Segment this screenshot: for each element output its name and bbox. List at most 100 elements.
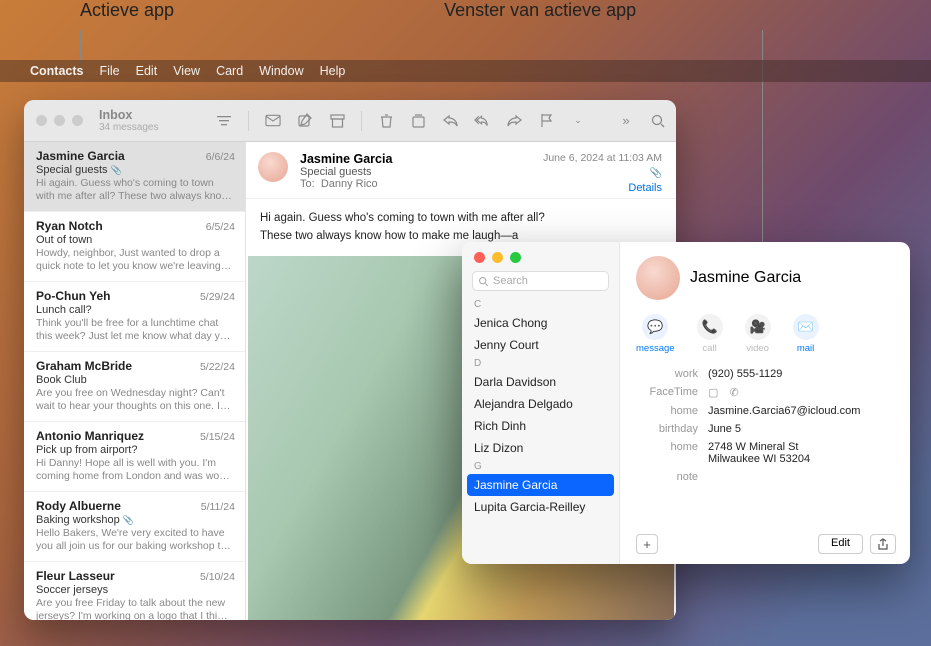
home-email-value[interactable]: Jasmine.Garcia67@icloud.com xyxy=(708,405,896,417)
facetime-label: FaceTime xyxy=(636,386,698,398)
junk-icon[interactable] xyxy=(410,113,426,129)
reply-all-icon[interactable] xyxy=(474,113,490,129)
msg-date: 6/5/24 xyxy=(206,221,235,233)
toolbar-divider xyxy=(248,111,249,131)
filter-icon[interactable] xyxy=(216,113,232,129)
msg-sender: Po-Chun Yeh xyxy=(36,289,110,303)
reply-icon[interactable] xyxy=(442,113,458,129)
msg-subject: Out of town xyxy=(36,234,92,246)
menu-card[interactable]: Card xyxy=(216,64,243,78)
mail-traffic-zoom[interactable] xyxy=(72,115,83,126)
birthday-value: June 5 xyxy=(708,423,896,435)
trash-icon[interactable] xyxy=(378,113,394,129)
contact-list[interactable]: CJenica ChongJenny CourtDDarla DavidsonA… xyxy=(462,297,619,564)
message-list[interactable]: Jasmine Garcia6/6/24Special guests📎Hi ag… xyxy=(24,142,246,620)
contacts-sidebar: Search CJenica ChongJenny CourtDDarla Da… xyxy=(462,242,620,564)
msg-date: 6/6/24 xyxy=(206,151,235,163)
sender-avatar[interactable] xyxy=(258,152,288,182)
mail-traffic-minimize[interactable] xyxy=(54,115,65,126)
contacts-search-input[interactable]: Search xyxy=(472,271,609,291)
message-list-item[interactable]: Po-Chun Yeh5/29/24Lunch call?Think you'l… xyxy=(24,282,245,352)
chevron-down-icon[interactable]: ⌄ xyxy=(570,113,586,129)
menu-view[interactable]: View xyxy=(173,64,200,78)
contact-section-header: G xyxy=(462,459,619,474)
callout-active-window: Venster van actieve app xyxy=(444,0,636,60)
contact-list-item[interactable]: Rich Dinh xyxy=(462,415,619,437)
action-message-label: message xyxy=(636,343,675,354)
mail-traffic-lights xyxy=(24,115,95,126)
facetime-buttons[interactable]: ▢ ✆ xyxy=(708,386,896,399)
message-list-item[interactable]: Antonio Manriquez5/15/24Pick up from air… xyxy=(24,422,245,492)
more-icon[interactable]: » xyxy=(618,113,634,129)
contact-avatar[interactable] xyxy=(636,256,680,300)
msg-date: 5/22/24 xyxy=(200,361,235,373)
message-list-item[interactable]: Graham McBride5/22/24Book ClubAre you fr… xyxy=(24,352,245,422)
contact-list-item[interactable]: Alejandra Delgado xyxy=(462,393,619,415)
contacts-traffic-minimize[interactable] xyxy=(492,252,503,263)
edit-button[interactable]: Edit xyxy=(818,534,863,554)
contacts-traffic-close[interactable] xyxy=(474,252,485,263)
add-contact-button[interactable]: + xyxy=(636,534,658,554)
menu-edit[interactable]: Edit xyxy=(136,64,158,78)
contacts-window: Search CJenica ChongJenny CourtDDarla Da… xyxy=(462,242,910,564)
menu-file[interactable]: File xyxy=(99,64,119,78)
msg-sender: Jasmine Garcia xyxy=(36,149,125,163)
action-call-label: call xyxy=(702,343,716,354)
contact-card: Jasmine Garcia 💬message 📞call 🎥video ✉️m… xyxy=(620,242,910,564)
msg-preview: Hi again. Guess who's coming to town wit… xyxy=(36,177,235,203)
action-message[interactable]: 💬message xyxy=(636,314,675,354)
contacts-traffic-lights xyxy=(462,242,619,269)
contacts-traffic-zoom[interactable] xyxy=(510,252,521,263)
action-video[interactable]: 🎥video xyxy=(745,314,771,354)
action-video-label: video xyxy=(746,343,769,354)
contact-list-item[interactable]: Darla Davidson xyxy=(462,371,619,393)
callout-active-app: Actieve app xyxy=(80,0,174,60)
msg-preview: Howdy, neighbor, Just wanted to drop a q… xyxy=(36,247,235,273)
msg-date: 5/15/24 xyxy=(200,431,235,443)
action-call[interactable]: 📞call xyxy=(697,314,723,354)
birthday-label: birthday xyxy=(636,423,698,435)
mail-traffic-close[interactable] xyxy=(36,115,47,126)
msg-preview: Are you free on Wednesday night? Can't w… xyxy=(36,387,235,413)
mail-toolbar: Inbox 34 messages ⌄ » xyxy=(24,100,676,142)
attachment-icon[interactable]: 📎 xyxy=(650,168,662,179)
contact-section-header: D xyxy=(462,356,619,371)
message-list-item[interactable]: Rody Albuerne5/11/24Baking workshop📎Hell… xyxy=(24,492,245,562)
message-list-item[interactable]: Ryan Notch6/5/24Out of townHowdy, neighb… xyxy=(24,212,245,282)
home-email-label: home xyxy=(636,405,698,417)
menu-app-name[interactable]: Contacts xyxy=(30,64,83,78)
contact-name: Jasmine Garcia xyxy=(690,269,801,287)
contact-list-item[interactable]: Jasmine Garcia xyxy=(467,474,614,496)
contact-section-header: C xyxy=(462,297,619,312)
callout-line-1 xyxy=(80,30,81,64)
search-icon[interactable] xyxy=(650,113,666,129)
details-link[interactable]: Details xyxy=(628,182,662,194)
message-list-item[interactable]: Jasmine Garcia6/6/24Special guests📎Hi ag… xyxy=(24,142,245,212)
search-placeholder: Search xyxy=(493,275,528,287)
action-mail[interactable]: ✉️mail xyxy=(793,314,819,354)
archive-icon[interactable] xyxy=(329,113,345,129)
open-to-label: To: xyxy=(300,178,315,190)
msg-preview: Think you'll be free for a lunchtime cha… xyxy=(36,317,235,343)
forward-icon[interactable] xyxy=(506,113,522,129)
contact-list-item[interactable]: Jenica Chong xyxy=(462,312,619,334)
mail-icon: ✉️ xyxy=(797,319,813,335)
mail-inbox-count: 34 messages xyxy=(99,122,206,133)
home-addr-value[interactable]: 2748 W Mineral StMilwaukee WI 53204 xyxy=(708,441,896,465)
msg-date: 5/10/24 xyxy=(200,571,235,583)
work-label: work xyxy=(636,368,698,380)
work-phone-value[interactable]: (920) 555-1129 xyxy=(708,368,896,380)
contact-list-item[interactable]: Liz Dizon xyxy=(462,437,619,459)
menu-help[interactable]: Help xyxy=(320,64,346,78)
envelope-icon[interactable] xyxy=(265,113,281,129)
msg-subject: Soccer jerseys xyxy=(36,584,108,596)
msg-subject: Baking workshop xyxy=(36,514,120,526)
message-list-item[interactable]: Fleur Lasseur5/10/24Soccer jerseysAre yo… xyxy=(24,562,245,620)
flag-icon[interactable] xyxy=(538,113,554,129)
mail-inbox-title: Inbox xyxy=(99,108,206,122)
contact-list-item[interactable]: Lupita Garcia-Reilley xyxy=(462,496,619,518)
share-button[interactable] xyxy=(870,534,896,554)
contact-list-item[interactable]: Jenny Court xyxy=(462,334,619,356)
compose-icon[interactable] xyxy=(297,113,313,129)
menu-window[interactable]: Window xyxy=(259,64,303,78)
